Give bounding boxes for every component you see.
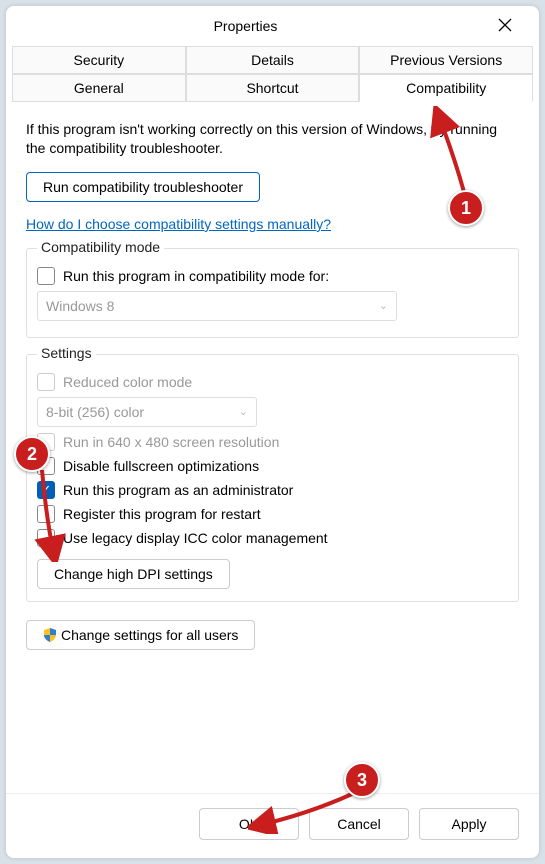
cancel-button[interactable]: Cancel: [309, 808, 409, 840]
change-all-users-label: Change settings for all users: [61, 627, 238, 643]
compat-mode-select[interactable]: Windows 8 ⌄: [37, 291, 397, 321]
ok-button[interactable]: OK: [199, 808, 299, 840]
disable-fullscreen-label: Disable fullscreen optimizations: [63, 458, 259, 474]
tab-details[interactable]: Details: [186, 46, 360, 74]
compat-mode-checkbox[interactable]: [37, 267, 55, 285]
chevron-down-icon: ⌄: [239, 405, 248, 418]
tab-previous-versions[interactable]: Previous Versions: [359, 46, 533, 74]
reduced-color-checkbox: [37, 373, 55, 391]
change-dpi-button[interactable]: Change high DPI settings: [37, 559, 230, 589]
chevron-down-icon: ⌄: [379, 299, 388, 312]
compatibility-mode-group: Compatibility mode Run this program in c…: [26, 248, 519, 338]
annotation-badge-1: 1: [448, 190, 484, 226]
intro-text: If this program isn't working correctly …: [26, 120, 519, 158]
apply-button[interactable]: Apply: [419, 808, 519, 840]
annotation-badge-2: 2: [14, 436, 50, 472]
color-depth-select: 8-bit (256) color ⌄: [37, 397, 257, 427]
register-restart-label: Register this program for restart: [63, 506, 261, 522]
help-link[interactable]: How do I choose compatibility settings m…: [26, 216, 519, 232]
register-restart-checkbox[interactable]: [37, 505, 55, 523]
tab-general[interactable]: General: [12, 74, 186, 102]
run-troubleshooter-button[interactable]: Run compatibility troubleshooter: [26, 172, 260, 202]
legacy-icc-checkbox[interactable]: [37, 529, 55, 547]
compat-mode-label: Run this program in compatibility mode f…: [63, 268, 329, 284]
annotation-badge-3: 3: [344, 762, 380, 798]
color-depth-value: 8-bit (256) color: [46, 404, 144, 420]
run-as-admin-checkbox[interactable]: ✓: [37, 481, 55, 499]
group-label-compat: Compatibility mode: [37, 239, 164, 255]
dialog-footer: OK Cancel Apply: [6, 793, 539, 858]
compat-mode-select-value: Windows 8: [46, 298, 114, 314]
tab-security[interactable]: Security: [12, 46, 186, 74]
shield-icon: [43, 628, 57, 642]
close-icon: [498, 18, 512, 32]
reduced-color-label: Reduced color mode: [63, 374, 192, 390]
change-all-users-button[interactable]: Change settings for all users: [26, 620, 255, 650]
tab-compatibility[interactable]: Compatibility: [359, 74, 533, 102]
tab-strip: Security Details Previous Versions Gener…: [6, 46, 539, 102]
run-640-label: Run in 640 x 480 screen resolution: [63, 434, 279, 450]
settings-group: Settings Reduced color mode 8-bit (256) …: [26, 354, 519, 602]
close-button[interactable]: [485, 16, 525, 37]
properties-dialog: Properties Security Details Previous Ver…: [6, 6, 539, 858]
tab-shortcut[interactable]: Shortcut: [186, 74, 360, 102]
window-title: Properties: [6, 18, 485, 34]
group-label-settings: Settings: [37, 345, 96, 361]
legacy-icc-label: Use legacy display ICC color management: [63, 530, 328, 546]
run-as-admin-label: Run this program as an administrator: [63, 482, 293, 498]
titlebar: Properties: [6, 6, 539, 46]
